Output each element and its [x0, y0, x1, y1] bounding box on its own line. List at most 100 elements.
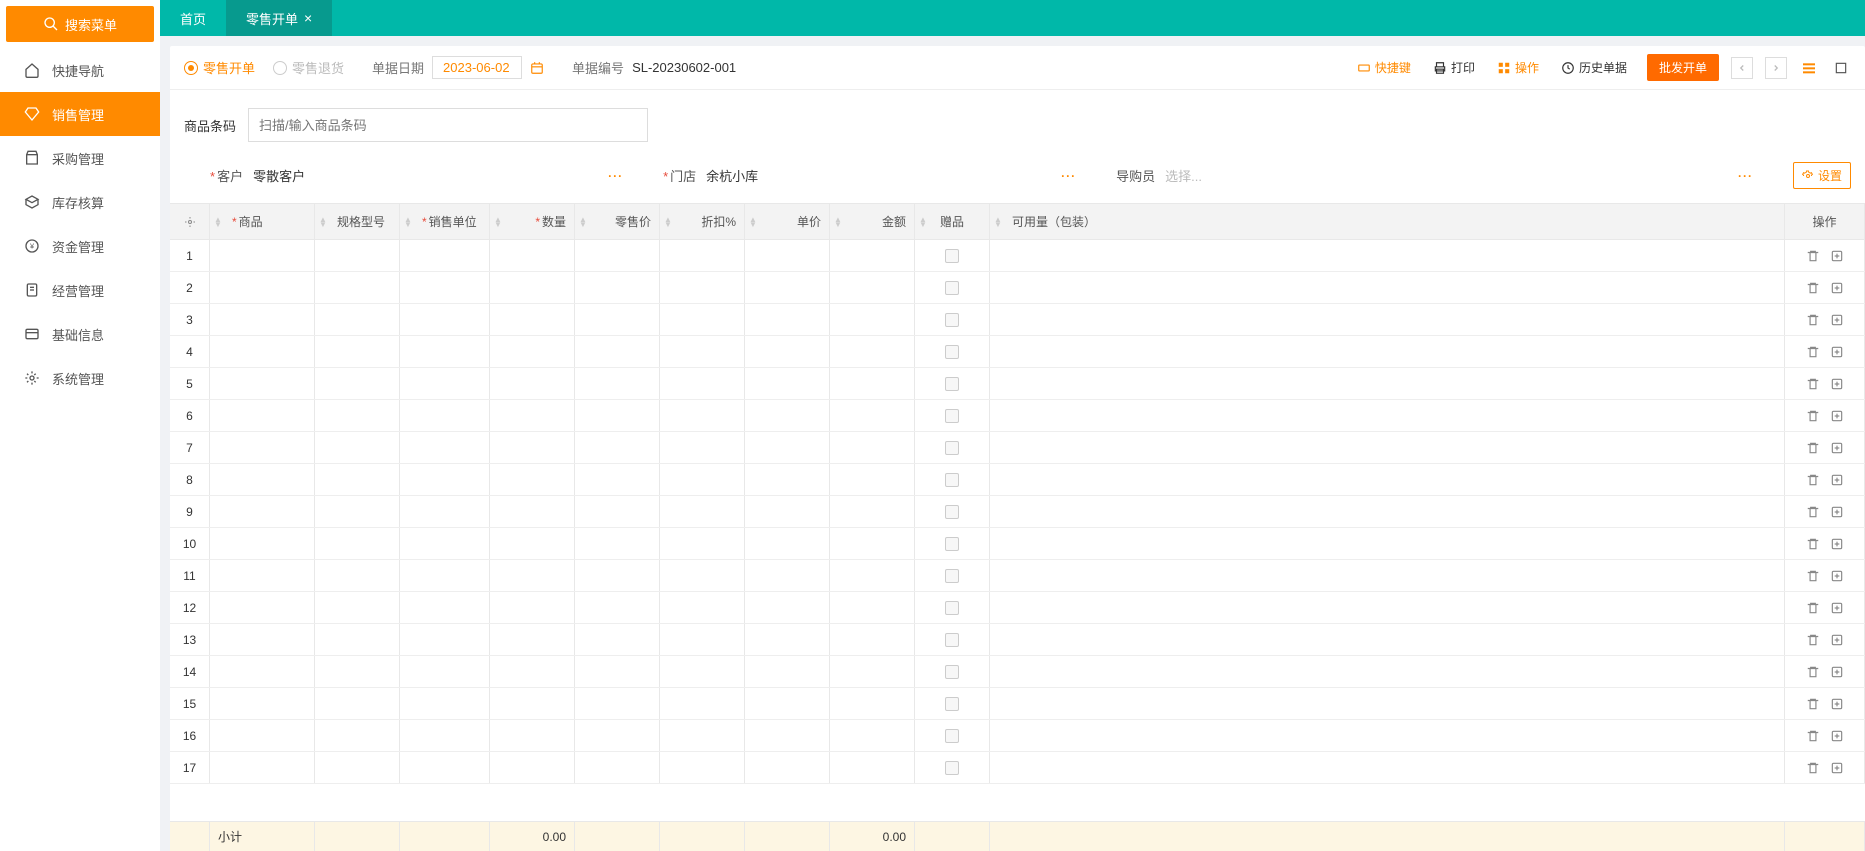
add-row-icon[interactable] [1830, 633, 1844, 647]
nav-purchase[interactable]: 采购管理 [0, 136, 160, 180]
nav-system[interactable]: 系统管理 [0, 356, 160, 400]
date-input[interactable]: 2023-06-02 [432, 56, 522, 79]
expand-button[interactable] [1831, 58, 1851, 78]
gift-checkbox[interactable] [945, 313, 959, 327]
add-row-icon[interactable] [1830, 313, 1844, 327]
table-row[interactable]: 3 [170, 304, 1865, 336]
next-button[interactable] [1765, 57, 1787, 79]
gift-checkbox[interactable] [945, 761, 959, 775]
delete-icon[interactable] [1806, 441, 1820, 455]
add-row-icon[interactable] [1830, 409, 1844, 423]
calendar-icon[interactable] [530, 61, 544, 75]
delete-icon[interactable] [1806, 761, 1820, 775]
search-menu-button[interactable]: 搜索菜单 [6, 6, 154, 42]
table-row[interactable]: 14 [170, 656, 1865, 688]
guide-picker-icon[interactable]: ··· [1738, 169, 1753, 183]
table-row[interactable]: 6 [170, 400, 1865, 432]
gift-checkbox[interactable] [945, 281, 959, 295]
filter-store[interactable]: *门店 余杭小库 [663, 166, 786, 185]
settings-button[interactable]: 设置 [1793, 162, 1851, 189]
table-row[interactable]: 17 [170, 752, 1865, 784]
tool-ops[interactable]: 操作 [1497, 59, 1539, 76]
gift-checkbox[interactable] [945, 569, 959, 583]
gift-checkbox[interactable] [945, 601, 959, 615]
gift-checkbox[interactable] [945, 665, 959, 679]
tool-shortcut[interactable]: 快捷键 [1357, 59, 1411, 76]
gift-checkbox[interactable] [945, 441, 959, 455]
table-row[interactable]: 5 [170, 368, 1865, 400]
add-row-icon[interactable] [1830, 569, 1844, 583]
table-row[interactable]: 16 [170, 720, 1865, 752]
table-row[interactable]: 2 [170, 272, 1865, 304]
gift-checkbox[interactable] [945, 537, 959, 551]
radio-retail-open[interactable]: 零售开单 [184, 58, 255, 77]
delete-icon[interactable] [1806, 409, 1820, 423]
nav-finance[interactable]: ¥ 资金管理 [0, 224, 160, 268]
tab-home[interactable]: 首页 [160, 0, 226, 36]
table-row[interactable]: 9 [170, 496, 1865, 528]
table-row[interactable]: 1 [170, 240, 1865, 272]
delete-icon[interactable] [1806, 473, 1820, 487]
delete-icon[interactable] [1806, 345, 1820, 359]
delete-icon[interactable] [1806, 249, 1820, 263]
add-row-icon[interactable] [1830, 281, 1844, 295]
prev-button[interactable] [1731, 57, 1753, 79]
customer-picker-icon[interactable]: ··· [608, 169, 623, 183]
gift-checkbox[interactable] [945, 473, 959, 487]
table-row[interactable]: 4 [170, 336, 1865, 368]
delete-icon[interactable] [1806, 313, 1820, 327]
delete-icon[interactable] [1806, 377, 1820, 391]
gift-checkbox[interactable] [945, 697, 959, 711]
delete-icon[interactable] [1806, 697, 1820, 711]
gift-checkbox[interactable] [945, 505, 959, 519]
nav-operations[interactable]: 经营管理 [0, 268, 160, 312]
tab-retail[interactable]: 零售开单 × [226, 0, 332, 36]
delete-icon[interactable] [1806, 729, 1820, 743]
gift-checkbox[interactable] [945, 729, 959, 743]
delete-icon[interactable] [1806, 569, 1820, 583]
gift-checkbox[interactable] [945, 377, 959, 391]
add-row-icon[interactable] [1830, 601, 1844, 615]
add-row-icon[interactable] [1830, 249, 1844, 263]
add-row-icon[interactable] [1830, 761, 1844, 775]
add-row-icon[interactable] [1830, 729, 1844, 743]
table-row[interactable]: 15 [170, 688, 1865, 720]
delete-icon[interactable] [1806, 537, 1820, 551]
list-view-button[interactable] [1799, 58, 1819, 78]
tool-history[interactable]: 历史单据 [1561, 59, 1627, 76]
gift-checkbox[interactable] [945, 249, 959, 263]
gift-checkbox[interactable] [945, 409, 959, 423]
table-row[interactable]: 12 [170, 592, 1865, 624]
table-row[interactable]: 8 [170, 464, 1865, 496]
nav-inventory[interactable]: 库存核算 [0, 180, 160, 224]
table-row[interactable]: 10 [170, 528, 1865, 560]
table-row[interactable]: 13 [170, 624, 1865, 656]
nav-basic[interactable]: 基础信息 [0, 312, 160, 356]
delete-icon[interactable] [1806, 665, 1820, 679]
nav-sales[interactable]: 销售管理 [0, 92, 160, 136]
delete-icon[interactable] [1806, 505, 1820, 519]
nav-quick[interactable]: 快捷导航 [0, 48, 160, 92]
table-row[interactable]: 7 [170, 432, 1865, 464]
close-icon[interactable]: × [304, 10, 312, 26]
gift-checkbox[interactable] [945, 345, 959, 359]
filter-customer[interactable]: *客户 零散客户 [210, 166, 333, 185]
barcode-input[interactable] [248, 108, 648, 142]
radio-retail-return[interactable]: 零售退货 [273, 58, 344, 77]
tool-print[interactable]: 打印 [1433, 59, 1475, 76]
add-row-icon[interactable] [1830, 697, 1844, 711]
add-row-icon[interactable] [1830, 345, 1844, 359]
gift-checkbox[interactable] [945, 633, 959, 647]
add-row-icon[interactable] [1830, 473, 1844, 487]
gear-icon[interactable] [184, 216, 196, 228]
delete-icon[interactable] [1806, 633, 1820, 647]
add-row-icon[interactable] [1830, 665, 1844, 679]
add-row-icon[interactable] [1830, 505, 1844, 519]
delete-icon[interactable] [1806, 601, 1820, 615]
add-row-icon[interactable] [1830, 377, 1844, 391]
add-row-icon[interactable] [1830, 441, 1844, 455]
table-row[interactable]: 11 [170, 560, 1865, 592]
add-row-icon[interactable] [1830, 537, 1844, 551]
btn-batch-order[interactable]: 批发开单 [1647, 54, 1719, 81]
filter-guide[interactable]: 导购员 选择... [1116, 166, 1245, 185]
